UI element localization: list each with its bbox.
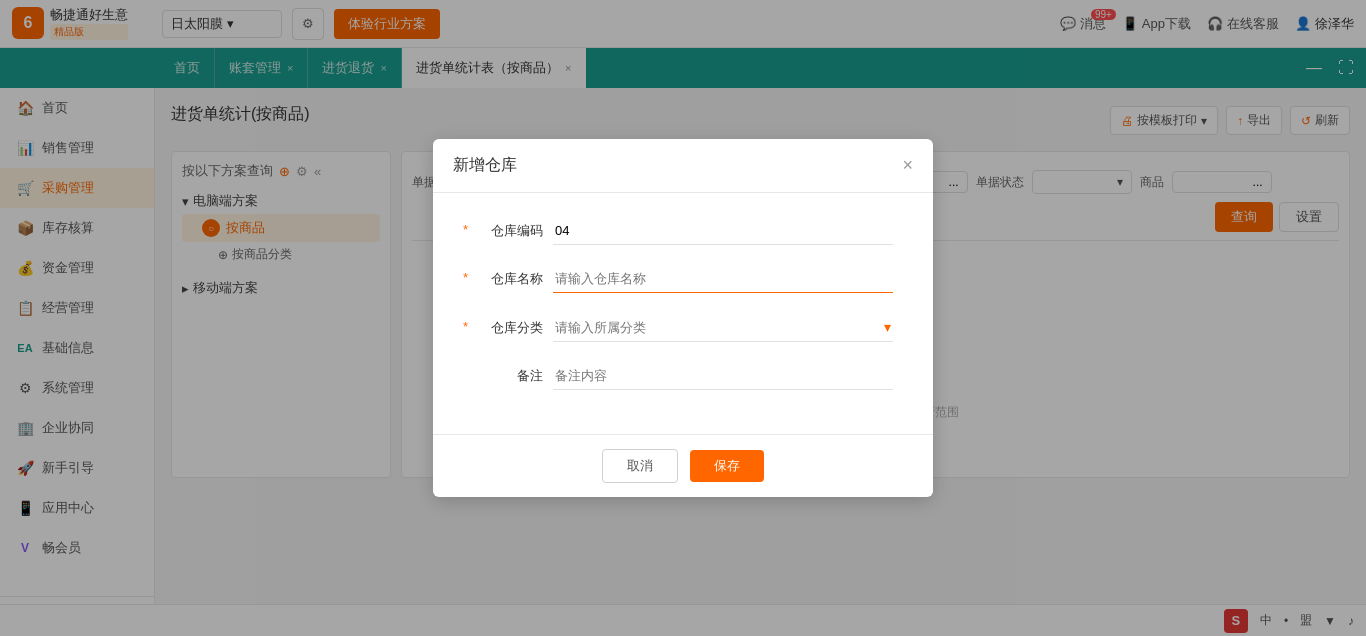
modal-footer: 取消 保存: [433, 434, 933, 497]
save-button[interactable]: 保存: [690, 450, 764, 482]
code-input[interactable]: [553, 217, 893, 245]
modal-overlay[interactable]: 新增仓库 × 仓库编码 仓库名称 仓库分类 ▾: [0, 0, 1366, 636]
name-input[interactable]: [553, 265, 893, 293]
form-row-code: 仓库编码: [473, 217, 893, 245]
modal-title: 新增仓库: [453, 155, 517, 176]
category-input[interactable]: [555, 320, 884, 335]
name-label: 仓库名称: [473, 270, 543, 288]
cancel-button[interactable]: 取消: [602, 449, 678, 483]
modal-add-warehouse: 新增仓库 × 仓库编码 仓库名称 仓库分类 ▾: [433, 139, 933, 497]
remark-input[interactable]: [553, 362, 893, 390]
category-label: 仓库分类: [473, 319, 543, 337]
category-select[interactable]: ▾: [553, 313, 893, 342]
form-row-remark: 备注: [473, 362, 893, 390]
form-row-category: 仓库分类 ▾: [473, 313, 893, 342]
category-dropdown-arrow: ▾: [884, 319, 891, 335]
form-row-name: 仓库名称: [473, 265, 893, 293]
modal-header: 新增仓库 ×: [433, 139, 933, 193]
remark-label: 备注: [473, 367, 543, 385]
code-label: 仓库编码: [473, 222, 543, 240]
modal-close-icon[interactable]: ×: [902, 155, 913, 176]
modal-body: 仓库编码 仓库名称 仓库分类 ▾ 备注: [433, 193, 933, 434]
